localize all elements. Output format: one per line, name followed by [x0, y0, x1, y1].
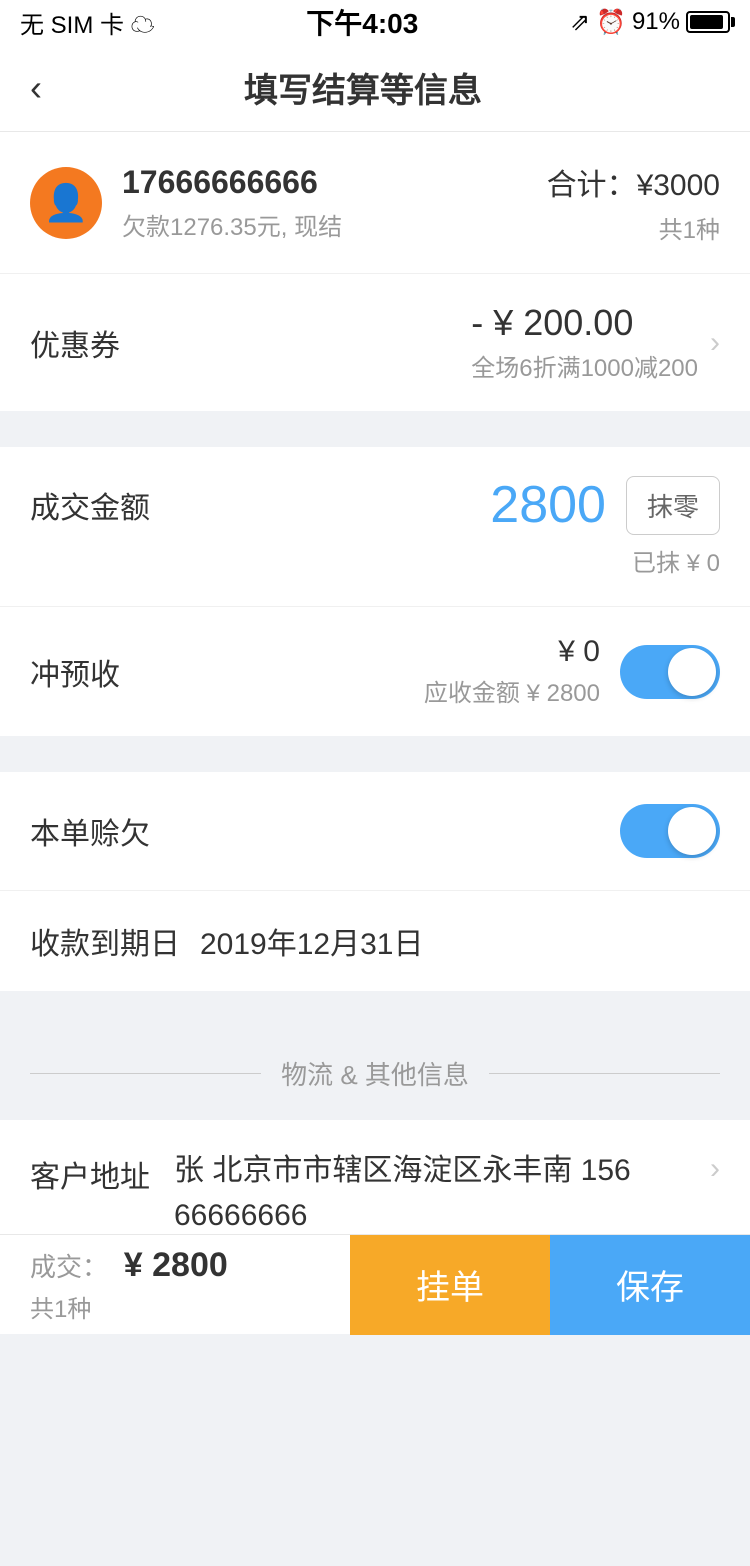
avatar-icon: 👤 — [44, 182, 89, 224]
coupon-label: 优惠券 — [30, 321, 120, 365]
precharge-toggle-knob — [668, 648, 716, 696]
footer-info: 成交： ¥ 2800 共1种 — [0, 1246, 350, 1324]
sim-label: 无 SIM 卡 ☁ — [20, 5, 155, 40]
deal-amount-row: 成交金额 2800 抹零 已抹 ¥ 0 — [0, 447, 750, 606]
precharge-toggle[interactable] — [620, 645, 720, 699]
logistics-divider: 物流 & 其他信息 — [0, 1027, 750, 1120]
precharge-right: ¥ 0 应收金额 ¥ 2800 — [424, 635, 720, 708]
due-date-label: 收款到期日 — [30, 919, 180, 963]
precharge-label: 冲预收 — [30, 650, 120, 694]
customer-sub: 欠款1276.35元, 现结 — [122, 207, 547, 242]
debit-label: 本单赊欠 — [30, 809, 150, 853]
debit-toggle[interactable] — [620, 804, 720, 858]
deal-label: 成交金额 — [30, 483, 150, 527]
avatar: 👤 — [30, 167, 102, 239]
coupon-chevron: › — [710, 326, 720, 360]
due-date-value: 2019年12月31日 — [200, 919, 423, 963]
total-count: 共1种 — [547, 210, 720, 245]
logistics-label: 物流 & 其他信息 — [261, 1055, 489, 1092]
footer-deal-label: 成交： — [30, 1252, 108, 1282]
footer-deal-amount: ¥ 2800 — [124, 1246, 228, 1284]
total-amount: 合计：¥3000 — [547, 160, 720, 204]
customer-section: 👤 17666666666 欠款1276.35元, 现结 合计：¥3000 共1… — [0, 132, 750, 411]
main-content: 👤 17666666666 欠款1276.35元, 现结 合计：¥3000 共1… — [0, 132, 750, 1566]
deal-right: 2800 抹零 — [490, 475, 720, 535]
pend-button[interactable]: 挂单 — [350, 1235, 550, 1335]
status-right: ⇗ ⏰ 91% — [570, 8, 730, 37]
debit-toggle-knob — [668, 807, 716, 855]
separator-1 — [0, 427, 750, 447]
customer-info: 17666666666 欠款1276.35元, 现结 — [122, 164, 547, 242]
alarm-icon: ⏰ — [596, 8, 626, 37]
status-time: 下午4:03 — [306, 2, 418, 42]
precharge-sub: 应收金额 ¥ 2800 — [424, 673, 600, 708]
deal-section: 成交金额 2800 抹零 已抹 ¥ 0 冲预收 ¥ 0 应收金额 ¥ 2800 — [0, 447, 750, 736]
deal-amount-value: 2800 — [490, 475, 606, 535]
customer-phone: 17666666666 — [122, 164, 547, 201]
coupon-row[interactable]: 优惠券 - ¥ 200.00 全场6折满1000减200 › — [0, 273, 750, 411]
debit-section: 本单赊欠 收款到期日 2019年12月31日 — [0, 772, 750, 991]
coupon-amount: - ¥ 200.00 — [471, 302, 698, 344]
customer-row: 👤 17666666666 欠款1276.35元, 现结 合计：¥3000 共1… — [0, 132, 750, 273]
footer-deal-line: 成交： ¥ 2800 — [30, 1246, 320, 1285]
deal-sub: 已抹 ¥ 0 — [30, 543, 720, 578]
page-title: 填写结算等信息 — [62, 63, 664, 112]
precharge-value-block: ¥ 0 应收金额 ¥ 2800 — [424, 635, 600, 708]
debit-row: 本单赊欠 — [0, 772, 750, 890]
save-button[interactable]: 保存 — [550, 1235, 750, 1335]
nav-bar: ‹ 填写结算等信息 — [0, 44, 750, 132]
address-chevron: › — [710, 1152, 720, 1186]
battery-percent: 91% — [632, 8, 680, 36]
due-date-row: 收款到期日 2019年12月31日 — [0, 890, 750, 991]
status-left: 无 SIM 卡 ☁ — [20, 5, 155, 40]
coupon-right: - ¥ 200.00 全场6折满1000减200 › — [471, 302, 720, 383]
total-info: 合计：¥3000 共1种 — [547, 160, 720, 245]
status-bar: 无 SIM 卡 ☁ 下午4:03 ⇗ ⏰ 91% — [0, 0, 750, 44]
total-label: 合计： — [547, 169, 637, 202]
back-button[interactable]: ‹ — [30, 67, 62, 109]
footer: 成交： ¥ 2800 共1种 挂单 保存 — [0, 1234, 750, 1334]
battery-icon — [686, 11, 730, 33]
address-value: 张 北京市市辖区海淀区永丰南 156 66666666 — [174, 1148, 698, 1238]
separator-2 — [0, 752, 750, 772]
divider-line-left — [30, 1073, 261, 1074]
precharge-amount: ¥ 0 — [424, 635, 600, 669]
address-label: 客户地址 — [30, 1152, 150, 1196]
divider-line-right — [489, 1073, 720, 1074]
total-amount-value: ¥3000 — [637, 169, 720, 202]
footer-count: 共1种 — [30, 1289, 320, 1324]
precharge-row: 冲预收 ¥ 0 应收金额 ¥ 2800 — [0, 606, 750, 736]
coupon-desc: 全场6折满1000减200 — [471, 348, 698, 383]
round-zero-button[interactable]: 抹零 — [626, 476, 720, 535]
separator-3 — [0, 1007, 750, 1027]
location-icon: ⇗ — [570, 8, 590, 37]
